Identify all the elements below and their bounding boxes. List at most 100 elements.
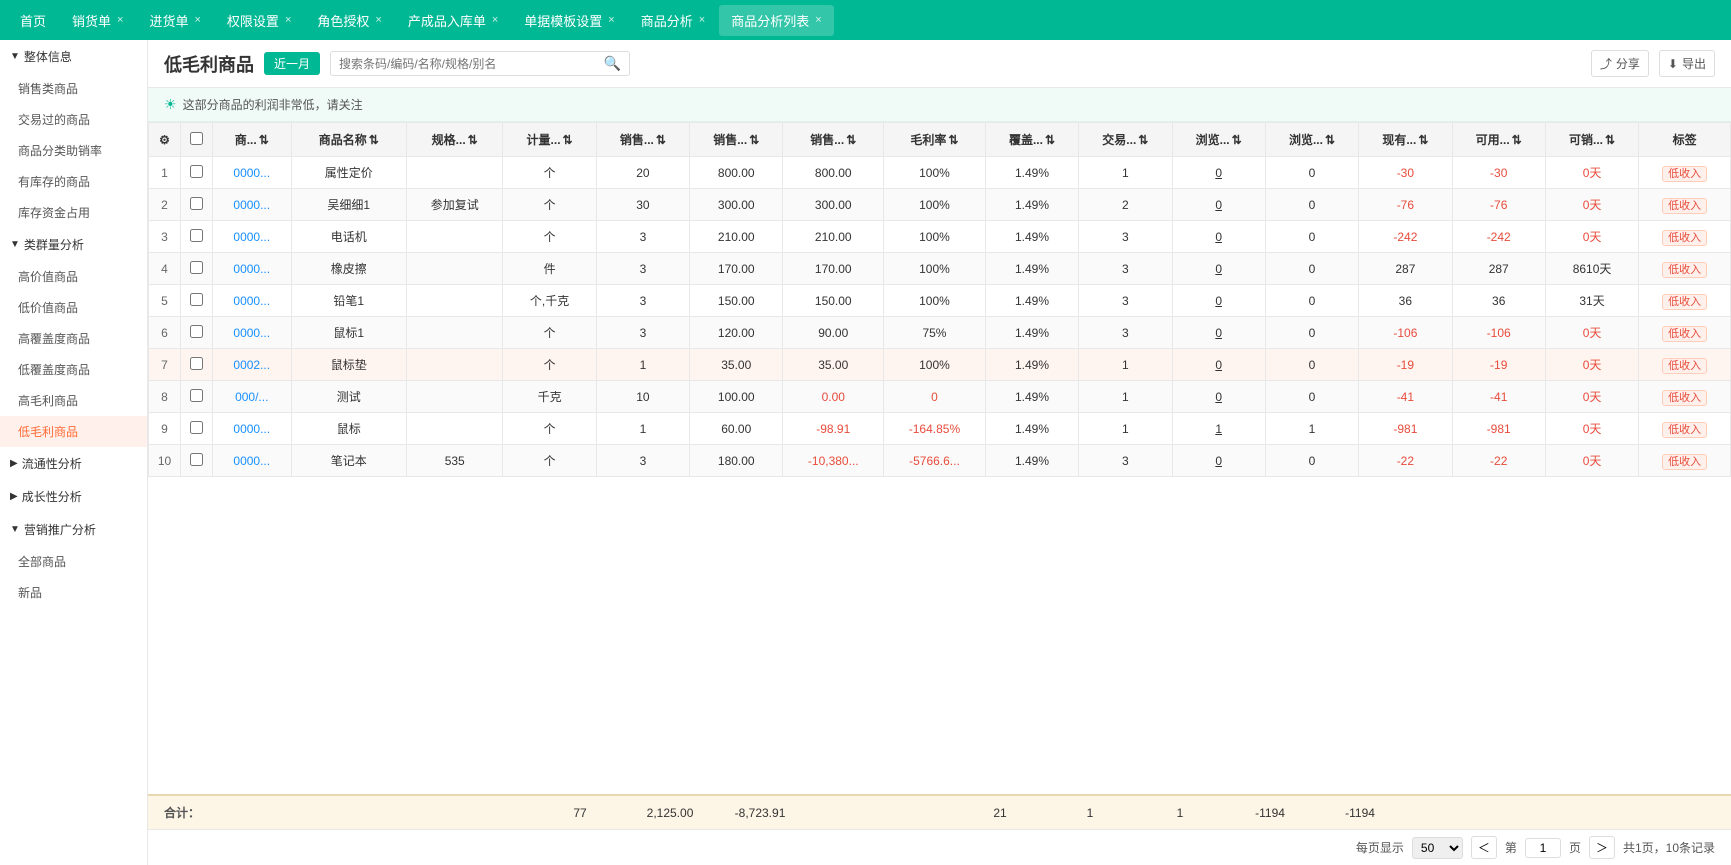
sidebar-group-overall[interactable]: ▼ 整体信息 [0,40,147,73]
sidebar-item-sales-goods[interactable]: 销售类商品 [0,73,147,104]
sidebar-item-traded-goods[interactable]: 交易过的商品 [0,104,147,135]
row-checkbox[interactable] [190,229,203,242]
sidebar-group-marketing[interactable]: ▼ 营销推广分析 [0,513,147,546]
export-button[interactable]: ⬇ 导出 [1659,50,1715,77]
row-tag: 低收入 [1639,253,1731,285]
row-coverage: 1.49% [985,381,1078,413]
col-view2[interactable]: 浏览...⇅ [1265,123,1358,157]
close-icon[interactable]: × [699,14,705,26]
sidebar-item-low-value[interactable]: 低价值商品 [0,292,147,323]
row-saleable: 0天 [1545,221,1638,253]
sidebar-group-cluster[interactable]: ▼ 类群量分析 [0,228,147,261]
sidebar-item-low-coverage[interactable]: 低覆盖度商品 [0,354,147,385]
row-checkbox[interactable] [190,293,203,306]
sort-icon: ⇅ [1138,133,1148,147]
row-no: 1 [149,157,181,189]
prev-page-button[interactable]: ＜ [1471,836,1497,859]
close-icon[interactable]: × [117,14,123,26]
col-avail[interactable]: 可用...⇅ [1452,123,1545,157]
sidebar-item-in-stock[interactable]: 有库存的商品 [0,166,147,197]
row-no: 10 [149,445,181,477]
row-trade: 1 [1079,413,1172,445]
share-icon: ⤴ [1600,55,1612,72]
row-checkbox[interactable] [190,357,203,370]
close-icon[interactable]: × [492,14,498,26]
nav-finished-goods[interactable]: 产成品入库单 × [396,5,510,36]
sidebar-group-circulation[interactable]: ▶ 流通性分析 [0,447,147,480]
close-icon[interactable]: × [375,14,381,26]
row-checkbox[interactable] [190,389,203,402]
col-settings[interactable]: ⚙ [149,123,181,157]
row-coverage: 1.49% [985,317,1078,349]
row-no: 4 [149,253,181,285]
sort-icon: ⇅ [1512,133,1522,147]
col-sale-qty[interactable]: 销售...⇅ [596,123,689,157]
close-icon[interactable]: × [608,14,614,26]
page-number-input[interactable] [1525,838,1561,858]
row-trade: 2 [1079,189,1172,221]
sidebar-item-high-margin[interactable]: 高毛利商品 [0,385,147,416]
close-icon[interactable]: × [815,14,821,26]
col-coverage[interactable]: 覆盖...⇅ [985,123,1078,157]
row-checkbox[interactable] [190,325,203,338]
search-input[interactable] [339,57,604,71]
close-icon[interactable]: × [285,14,291,26]
footer-label: 合计： [164,804,200,821]
row-view1: 0 [1172,253,1265,285]
sidebar-item-stock-capital[interactable]: 库存资金占用 [0,197,147,228]
row-spec [407,413,503,445]
nav-home[interactable]: 首页 [8,5,58,36]
row-checkbox-cell [181,221,213,253]
col-sale-amt1[interactable]: 销售...⇅ [690,123,783,157]
col-name[interactable]: 商品名称⇅ [291,123,406,157]
row-no: 7 [149,349,181,381]
row-stock: -30 [1359,157,1452,189]
nav-permission[interactable]: 权限设置 × [215,5,303,36]
nav-sales-order[interactable]: 销货单 × [60,5,135,36]
sidebar-item-category-sales-rate[interactable]: 商品分类助销率 [0,135,147,166]
col-trade[interactable]: 交易...⇅ [1079,123,1172,157]
search-icon[interactable]: 🔍 [604,55,621,72]
row-name: 鼠标垫 [291,349,406,381]
sidebar-item-high-coverage[interactable]: 高覆盖度商品 [0,323,147,354]
sidebar-group-growth[interactable]: ▶ 成长性分析 [0,480,147,513]
close-icon[interactable]: × [194,14,200,26]
col-tag[interactable]: 标签 [1639,123,1731,157]
sidebar-item-low-margin[interactable]: 低毛利商品 [0,416,147,447]
nav-purchase-order[interactable]: 进货单 × [137,5,212,36]
col-stock[interactable]: 现有...⇅ [1359,123,1452,157]
nav-product-analysis[interactable]: 商品分析 × [629,5,717,36]
pagination: 每页显示 50 100 200 ＜ 第 页 ＞ 共1页，10条记录 [148,829,1731,865]
sidebar-item-all-goods[interactable]: 全部商品 [0,546,147,577]
row-checkbox[interactable] [190,453,203,466]
next-page-button[interactable]: ＞ [1589,836,1615,859]
row-checkbox[interactable] [190,261,203,274]
col-view1[interactable]: 浏览...⇅ [1172,123,1265,157]
row-coverage: 1.49% [985,445,1078,477]
page-size-select[interactable]: 50 100 200 [1412,837,1463,859]
col-margin[interactable]: 毛利率⇅ [884,123,986,157]
col-code[interactable]: 商...⇅ [213,123,292,157]
row-trade: 3 [1079,221,1172,253]
sort-icon: ⇅ [1232,133,1242,147]
row-spec: 535 [407,445,503,477]
nav-role-auth[interactable]: 角色授权 × [305,5,393,36]
footer-avail: -1194 [1330,806,1390,820]
col-spec[interactable]: 规格...⇅ [407,123,503,157]
col-saleable[interactable]: 可销...⇅ [1545,123,1638,157]
select-all-checkbox[interactable] [190,132,203,145]
share-button[interactable]: ⤴ 分享 [1591,50,1649,77]
filter-recent-month-button[interactable]: 近一月 [264,52,320,75]
row-checkbox-cell [181,445,213,477]
sort-icon: ⇅ [749,133,759,147]
row-checkbox[interactable] [190,197,203,210]
col-unit[interactable]: 计量...⇅ [503,123,596,157]
row-sale-amt2: 35.00 [783,349,884,381]
sidebar-item-high-value[interactable]: 高价值商品 [0,261,147,292]
row-checkbox[interactable] [190,421,203,434]
sidebar-item-new-goods[interactable]: 新品 [0,577,147,608]
nav-template-settings[interactable]: 单据模板设置 × [512,5,626,36]
row-checkbox[interactable] [190,165,203,178]
col-sale-amt2[interactable]: 销售...⇅ [783,123,884,157]
nav-product-analysis-list[interactable]: 商品分析列表 × [719,5,833,36]
